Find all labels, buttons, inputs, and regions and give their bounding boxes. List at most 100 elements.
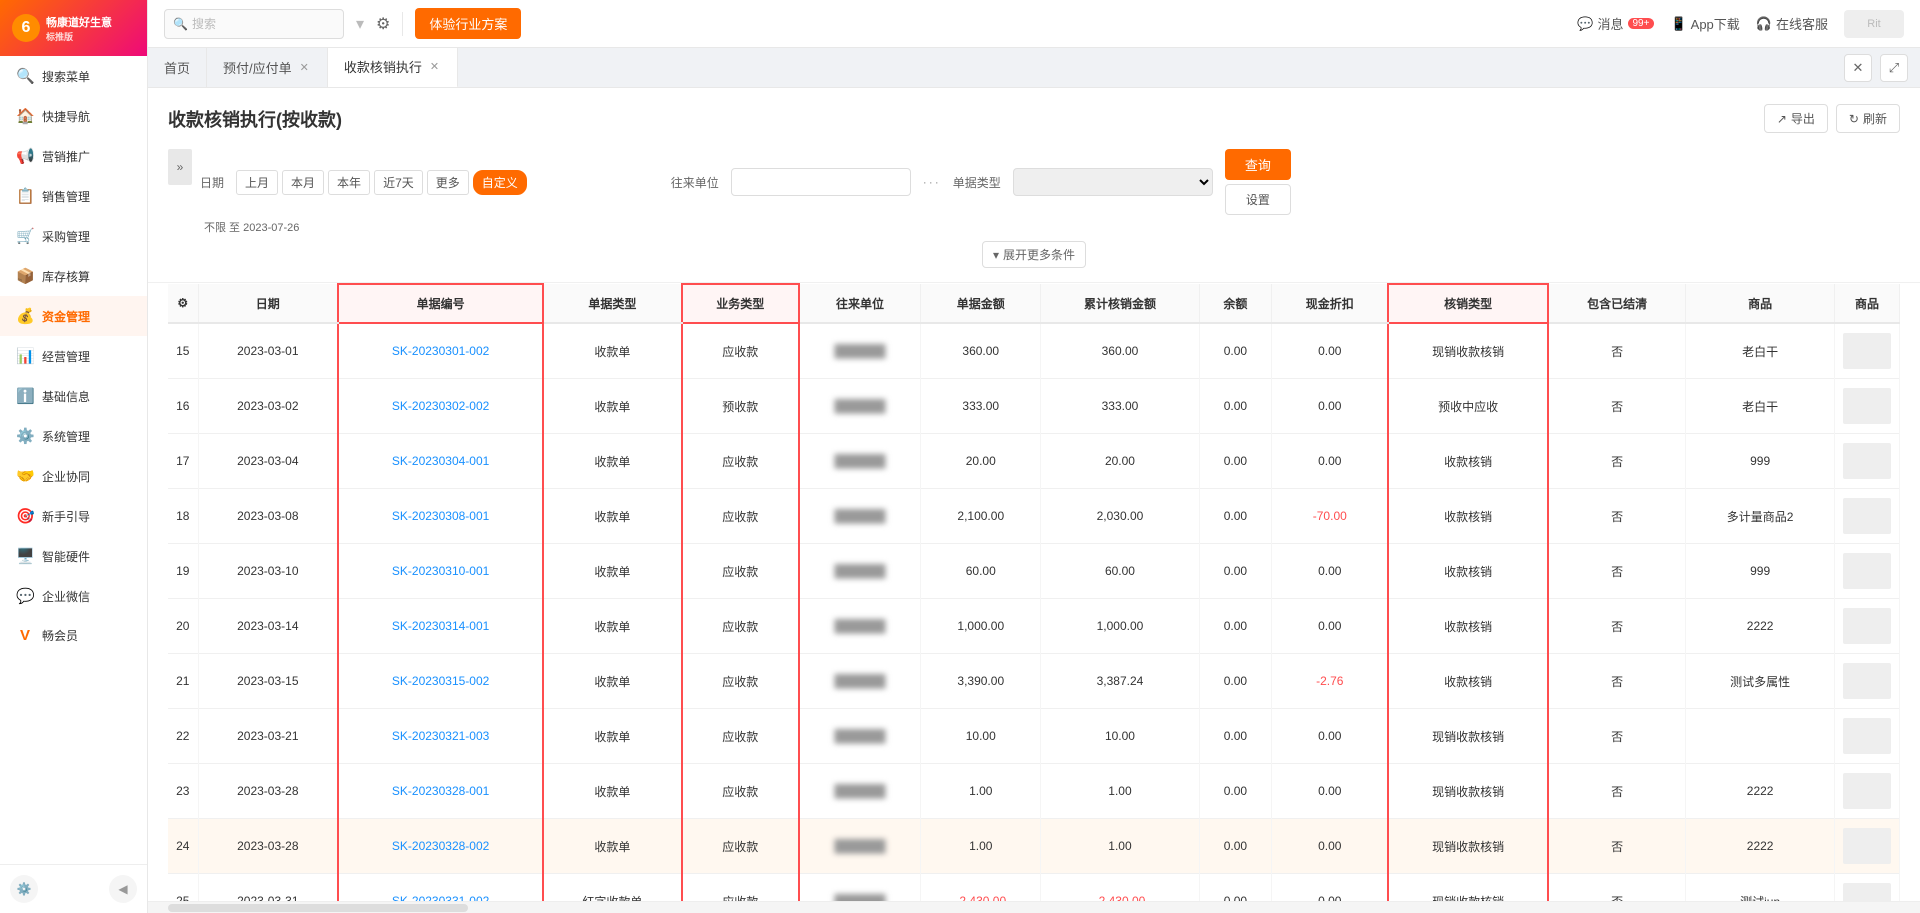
sidebar-item-corp[interactable]: 🤝 企业协同: [0, 456, 147, 496]
topbar-divider: [402, 12, 403, 36]
td-balance: 0.00: [1199, 819, 1272, 874]
sidebar-item-system[interactable]: ⚙️ 系统管理: [0, 416, 147, 456]
dropdown-arrow-icon[interactable]: ▾: [356, 14, 364, 34]
td-biz-type: 预收款: [682, 379, 799, 434]
horizontal-scrollbar[interactable]: [148, 901, 1920, 913]
date-btn-custom[interactable]: 自定义: [473, 170, 527, 195]
tab-write-off-close-icon[interactable]: ✕: [428, 58, 441, 75]
sidebar-item-marketing[interactable]: 📢 营销推广: [0, 136, 147, 176]
online-support-btn[interactable]: 🎧 在线客服: [1756, 14, 1828, 33]
td-product2: [1835, 819, 1900, 874]
solution-button[interactable]: 体验行业方案: [415, 8, 521, 39]
mobile-icon: 📱: [1670, 16, 1686, 32]
export-button[interactable]: ↗ 导出: [1764, 104, 1828, 133]
td-no: 19: [168, 544, 198, 599]
td-write-off: 60.00: [1041, 544, 1199, 599]
td-no: 22: [168, 709, 198, 764]
user-avatar[interactable]: Rit: [1844, 10, 1904, 38]
th-settings[interactable]: ⚙: [168, 284, 198, 323]
refresh-button[interactable]: ↻ 刷新: [1836, 104, 1900, 133]
td-write-off: 10.00: [1041, 709, 1199, 764]
tab-home[interactable]: 首页: [148, 48, 207, 88]
sidebar-item-sales[interactable]: 📋 销售管理: [0, 176, 147, 216]
doc-no-link[interactable]: SK-20230321-003: [392, 729, 489, 743]
tab-prepay[interactable]: 预付/应付单 ✕: [207, 48, 328, 88]
doc-no-link[interactable]: SK-20230315-002: [392, 674, 489, 688]
td-date: 2023-03-01: [198, 323, 338, 379]
filter-settings-button[interactable]: 设置: [1225, 184, 1291, 215]
date-btn-this-year[interactable]: 本年: [328, 170, 370, 195]
doc-no-link[interactable]: SK-20230308-001: [392, 509, 489, 523]
td-product1: [1686, 709, 1835, 764]
td-amount: 3,390.00: [921, 654, 1041, 709]
td-cash-discount: 0.00: [1272, 323, 1388, 379]
th-product2: 商品: [1835, 284, 1900, 323]
td-product1: 老白干: [1686, 323, 1835, 379]
topbar-search[interactable]: 🔍 搜索: [164, 9, 344, 39]
topbar: 🔍 搜索 ▾ ⚙ 体验行业方案 💬 消息 99+ 📱 App下载 🎧 在线客服 …: [148, 0, 1920, 48]
td-product2: [1835, 599, 1900, 654]
sidebar-item-search[interactable]: 🔍 搜索菜单: [0, 56, 147, 96]
sidebar-item-member[interactable]: V 畅会员: [0, 616, 147, 655]
message-btn[interactable]: 💬 消息 99+: [1577, 14, 1654, 33]
expand-conditions-btn[interactable]: ▾ 展开更多条件: [982, 241, 1086, 268]
td-write-off: 20.00: [1041, 434, 1199, 489]
td-partner: ██████: [799, 764, 921, 819]
close-tab-btn[interactable]: ✕: [1844, 54, 1872, 82]
partner-value: ██████: [835, 674, 886, 688]
td-included: 否: [1548, 819, 1686, 874]
hardware-icon: 🖥️: [16, 547, 34, 565]
partner-filter-input[interactable]: [731, 168, 911, 196]
tab-write-off[interactable]: 收款核销执行 ✕: [328, 48, 458, 88]
td-included: 否: [1548, 323, 1686, 379]
maximize-tab-btn[interactable]: ⤢: [1880, 54, 1908, 82]
sidebar-item-label: 快捷导航: [42, 108, 90, 125]
date-btn-more[interactable]: 更多: [427, 170, 469, 195]
date-btn-7days[interactable]: 近7天: [374, 170, 423, 195]
table-row: 16 2023-03-02 SK-20230302-002 收款单 预收款 ██…: [168, 379, 1900, 434]
td-write-off-type: 收款核销: [1388, 654, 1548, 709]
td-biz-type: 应收款: [682, 434, 799, 489]
td-doc-no: SK-20230314-001: [338, 599, 543, 654]
td-partner: ██████: [799, 434, 921, 489]
sidebar-item-basic[interactable]: ℹ️ 基础信息: [0, 376, 147, 416]
sidebar-item-finance[interactable]: 💰 资金管理: [0, 296, 147, 336]
filter-dots: ···: [923, 175, 941, 189]
doc-no-link[interactable]: SK-20230304-001: [392, 454, 489, 468]
td-amount: 333.00: [921, 379, 1041, 434]
doc-no-link[interactable]: SK-20230328-001: [392, 784, 489, 798]
filter-collapse-btn[interactable]: »: [168, 149, 192, 185]
td-write-off-type: 现销收款核销: [1388, 709, 1548, 764]
doc-type-filter-select[interactable]: [1013, 168, 1213, 196]
sidebar-item-guide[interactable]: 🎯 新手引导: [0, 496, 147, 536]
sidebar-item-label: 搜索菜单: [42, 68, 90, 85]
date-btn-last-month[interactable]: 上月: [236, 170, 278, 195]
app-download-btn[interactable]: 📱 App下载: [1670, 14, 1739, 33]
collapse-sidebar-btn[interactable]: ◀: [109, 875, 137, 903]
tab-prepay-close-icon[interactable]: ✕: [298, 59, 311, 76]
sidebar-item-inventory[interactable]: 📦 库存核算: [0, 256, 147, 296]
sidebar-item-purchase[interactable]: 🛒 采购管理: [0, 216, 147, 256]
doc-no-link[interactable]: SK-20230331-002: [392, 894, 489, 901]
doc-no-link[interactable]: SK-20230310-001: [392, 564, 489, 578]
doc-no-link[interactable]: SK-20230302-002: [392, 399, 489, 413]
query-button[interactable]: 查询: [1225, 149, 1291, 180]
doc-no-link[interactable]: SK-20230328-002: [392, 839, 489, 853]
td-partner: ██████: [799, 544, 921, 599]
td-doc-type: 红字收款单: [543, 874, 682, 902]
sidebar-item-quick-nav[interactable]: 🏠 快捷导航: [0, 96, 147, 136]
td-doc-type: 收款单: [543, 709, 682, 764]
partner-value: ██████: [835, 454, 886, 468]
sidebar-item-wechat[interactable]: 💬 企业微信: [0, 576, 147, 616]
td-partner: ██████: [799, 654, 921, 709]
marketing-icon: 📢: [16, 147, 34, 165]
settings-footer-btn[interactable]: ⚙️: [10, 875, 38, 903]
sidebar-item-operation[interactable]: 📊 经营管理: [0, 336, 147, 376]
doc-no-link[interactable]: SK-20230314-001: [392, 619, 489, 633]
td-doc-type: 收款单: [543, 819, 682, 874]
gear-icon[interactable]: ⚙: [376, 14, 390, 34]
td-included: 否: [1548, 599, 1686, 654]
date-btn-this-month[interactable]: 本月: [282, 170, 324, 195]
sidebar-item-hardware[interactable]: 🖥️ 智能硬件: [0, 536, 147, 576]
doc-no-link[interactable]: SK-20230301-002: [392, 344, 489, 358]
